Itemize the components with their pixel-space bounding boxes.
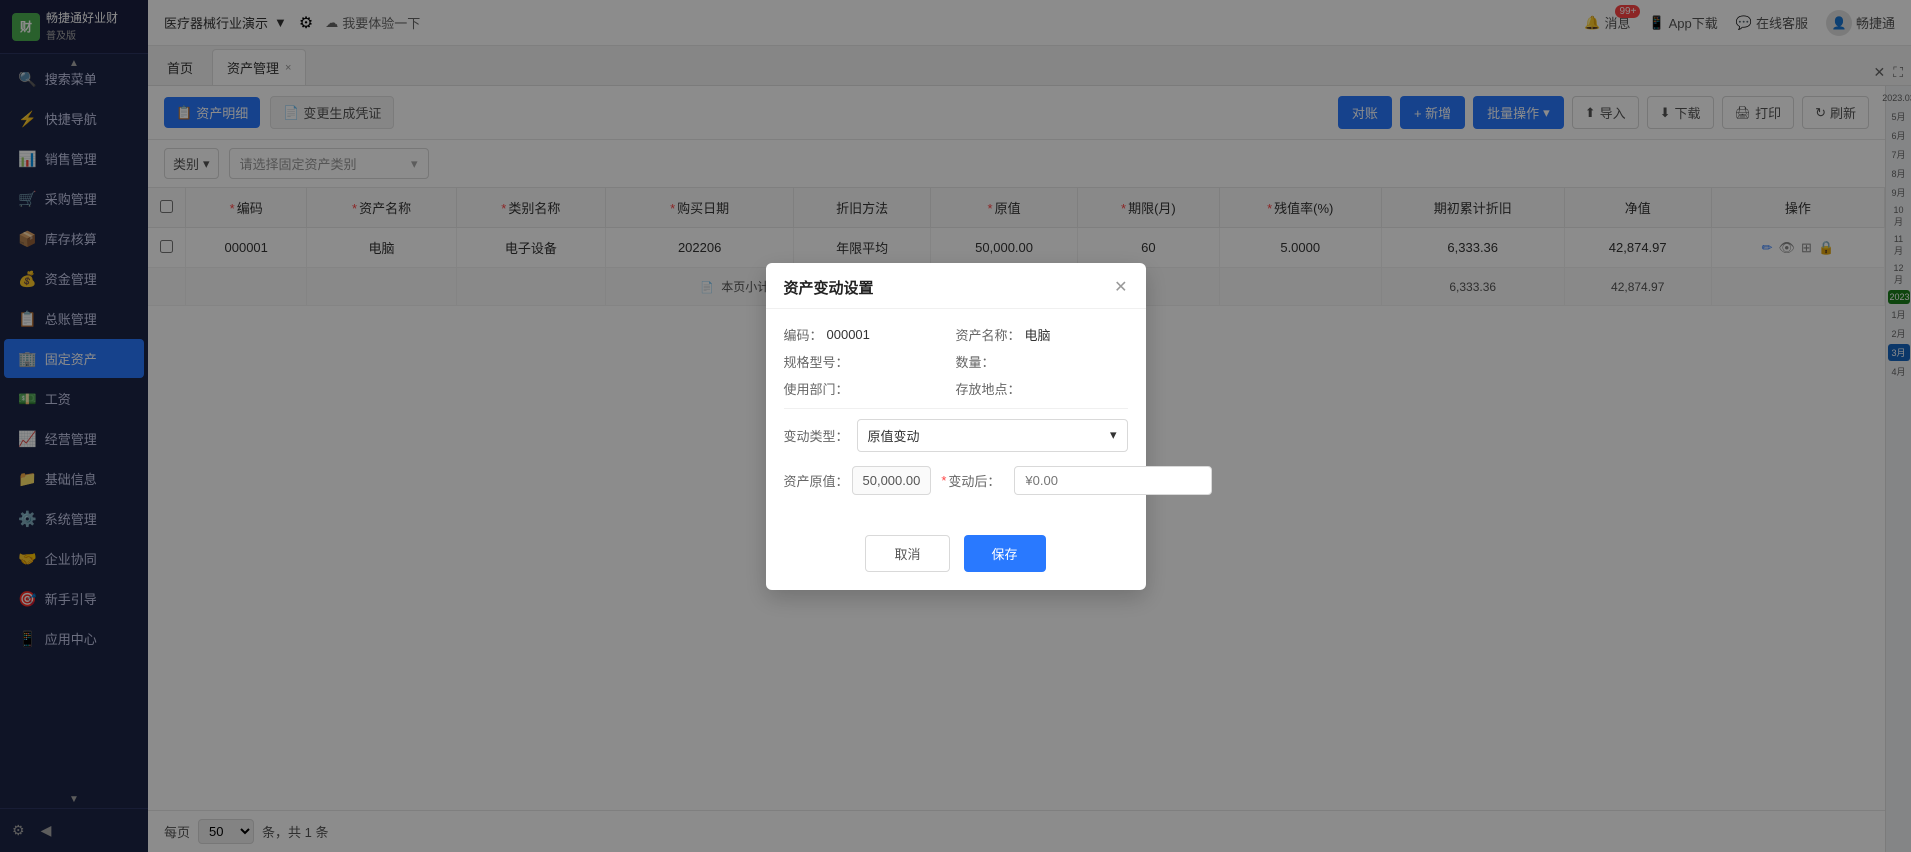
modal-asset-name-cell: 资产名称： 电脑 [956, 325, 1128, 344]
modal-location-label: 存放地点： [956, 379, 1021, 398]
modal-original-value-label: 资产原值： [784, 471, 844, 490]
modal-save-btn[interactable]: 保存 [964, 535, 1046, 572]
asset-change-modal: 资产变动设置 ✕ 编码： 000001 资产名称： 电脑 规格型号： [766, 263, 1146, 590]
change-type-select[interactable]: 原值变动 ▾ [857, 419, 1128, 452]
modal-info-row-1: 编码： 000001 资产名称： 电脑 [784, 325, 1128, 344]
modal-code-cell: 编码： 000001 [784, 325, 956, 344]
modal-code-label: 编码： [784, 325, 823, 344]
modal-overlay: 资产变动设置 ✕ 编码： 000001 资产名称： 电脑 规格型号： [0, 0, 1911, 852]
modal-asset-name-value: 电脑 [1025, 325, 1051, 344]
modal-required-marker: * [941, 473, 946, 488]
modal-quantity-cell: 数量： [956, 352, 1128, 371]
modal-after-change-input[interactable] [1014, 466, 1212, 495]
modal-dept-label: 使用部门： [784, 379, 849, 398]
modal-cancel-btn[interactable]: 取消 [865, 535, 949, 572]
modal-quantity-label: 数量： [956, 352, 995, 371]
modal-spec-label: 规格型号： [784, 352, 849, 371]
modal-location-cell: 存放地点： [956, 379, 1128, 398]
modal-code-value: 000001 [827, 327, 870, 342]
modal-divider [784, 408, 1128, 409]
modal-title: 资产变动设置 [784, 277, 874, 298]
modal-change-type-row: 变动类型： 原值变动 ▾ [784, 419, 1128, 452]
modal-asset-name-label: 资产名称： [956, 325, 1021, 344]
modal-change-type-label: 变动类型： [784, 426, 849, 445]
modal-body: 编码： 000001 资产名称： 电脑 规格型号： 数量： [766, 309, 1146, 525]
modal-dept-cell: 使用部门： [784, 379, 956, 398]
modal-close-btn[interactable]: ✕ [1114, 277, 1127, 297]
change-type-dropdown-icon: ▾ [1110, 427, 1117, 443]
modal-spec-cell: 规格型号： [784, 352, 956, 371]
modal-original-value-display: 50,000.00 [852, 466, 932, 495]
modal-info-row-3: 使用部门： 存放地点： [784, 379, 1128, 398]
modal-header: 资产变动设置 ✕ [766, 263, 1146, 309]
modal-footer: 取消 保存 [766, 525, 1146, 590]
modal-info-row-2: 规格型号： 数量： [784, 352, 1128, 371]
modal-after-change-label: 变动后： [948, 471, 1008, 490]
modal-value-row: 资产原值： 50,000.00 * 变动后： [784, 466, 1128, 495]
change-type-value: 原值变动 [868, 426, 920, 445]
